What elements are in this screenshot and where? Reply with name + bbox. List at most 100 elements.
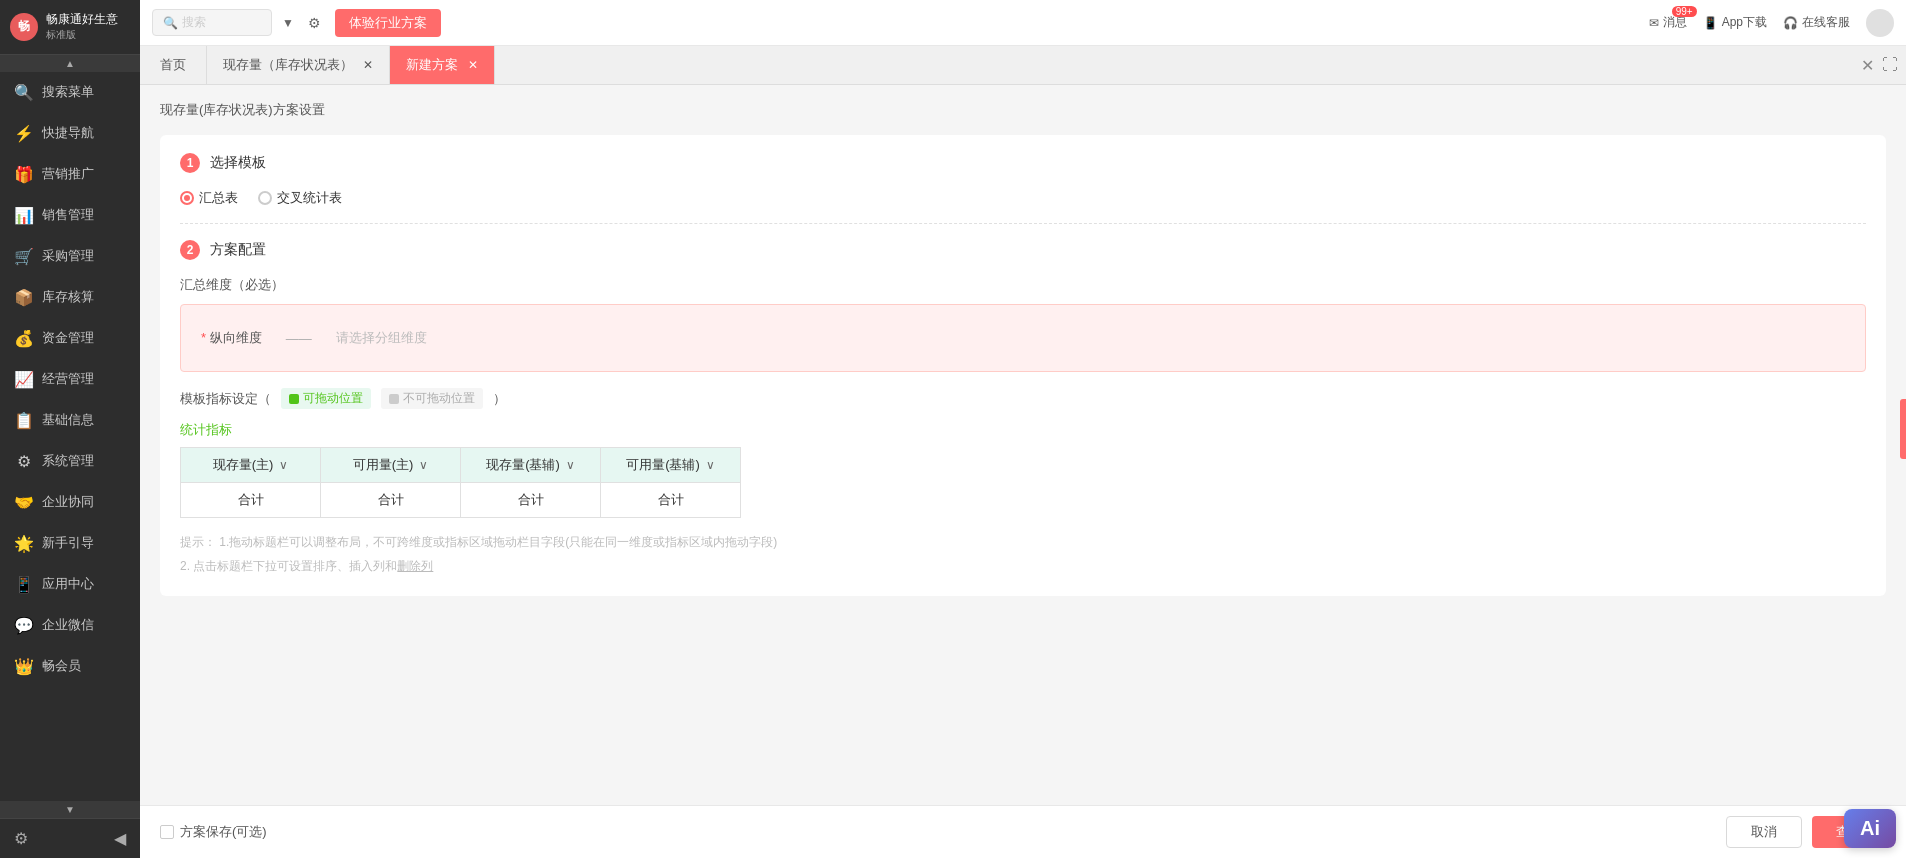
sidebar-item-wechat[interactable]: 💬 企业微信 <box>0 605 140 646</box>
sidebar-item-search[interactable]: 🔍 搜索菜单 <box>0 72 140 113</box>
expand-icon[interactable]: ⛶ <box>1882 56 1898 74</box>
save-label: 方案保存(可选) <box>180 823 267 841</box>
cell-1-2: 合计 <box>321 483 461 518</box>
sidebar-item-label: 企业微信 <box>42 616 94 634</box>
radio-cross-dot <box>258 191 272 205</box>
sidebar-item-label: 快捷导航 <box>42 124 94 142</box>
tab-new-scheme[interactable]: 新建方案 ✕ <box>390 46 495 84</box>
sidebar-item-label: 采购管理 <box>42 247 94 265</box>
tip-2-link: 删除列 <box>397 559 433 573</box>
sidebar-item-finance[interactable]: 💰 资金管理 <box>0 318 140 359</box>
radio-summary-label: 汇总表 <box>199 189 238 207</box>
col-header-4[interactable]: 可用量(基辅) ∨ <box>601 448 741 483</box>
axis-dash: —— <box>286 331 312 346</box>
service-icon: 🎧 <box>1783 16 1798 30</box>
settings-icon[interactable]: ⚙ <box>14 829 28 848</box>
sidebar-item-operation[interactable]: 📈 经营管理 <box>0 359 140 400</box>
sales-icon: 📊 <box>14 206 34 225</box>
ai-badge[interactable]: Ai <box>1844 809 1896 848</box>
tab-inventory-status-label: 现存量（库存状况表） <box>223 56 353 74</box>
tip-2-text: 2. 点击标题栏下拉可设置排序、插入列和 <box>180 559 397 573</box>
topbar-app-download[interactable]: 📱 App下载 <box>1703 14 1767 31</box>
radio-cross-label: 交叉统计表 <box>277 189 342 207</box>
sidebar-item-member[interactable]: 👑 畅会员 <box>0 646 140 687</box>
sidebar-item-purchase[interactable]: 🛒 采购管理 <box>0 236 140 277</box>
tab-inventory-close-icon[interactable]: ✕ <box>363 58 373 72</box>
content-area: 现存量(库存状况表)方案设置 1 选择模板 汇总表 交叉统计表 2 <box>140 85 1906 805</box>
shortcut-icon: ⚡ <box>14 124 34 143</box>
wechat-icon: 💬 <box>14 616 34 635</box>
sidebar-item-system[interactable]: ⚙ 系统管理 <box>0 441 140 482</box>
sidebar-scroll-down[interactable]: ▼ <box>0 801 140 818</box>
save-checkbox[interactable]: 方案保存(可选) <box>160 823 267 841</box>
step1-label: 选择模板 <box>210 154 266 172</box>
app-version: 标准版 <box>46 28 118 42</box>
tip-label: 提示： <box>180 535 216 549</box>
sidebar-item-cooperation[interactable]: 🤝 企业协同 <box>0 482 140 523</box>
radio-summary[interactable]: 汇总表 <box>180 189 238 207</box>
sidebar: 畅 畅康通好生意 标准版 ▲ 🔍 搜索菜单 ⚡ 快捷导航 🎁 营销推广 📊 销售… <box>0 0 140 858</box>
tabs-expand: ✕ ⛶ <box>1861 56 1906 75</box>
tab-inventory-status[interactable]: 现存量（库存状况表） ✕ <box>207 46 390 84</box>
col-header-3[interactable]: 现存量(基辅) ∨ <box>461 448 601 483</box>
tab-home[interactable]: 首页 <box>140 46 207 84</box>
topbar-message[interactable]: ✉ 消息 99+ <box>1649 14 1687 31</box>
non-draggable-dot <box>389 394 399 404</box>
search-placeholder: 搜索 <box>182 14 206 31</box>
draggable-indicator: 可拖动位置 <box>281 388 371 409</box>
indicator-settings: 模板指标设定（ 可拖动位置 不可拖动位置 ） <box>180 388 1866 409</box>
sidebar-scroll-up[interactable]: ▲ <box>0 55 140 72</box>
col-1-arrow-icon[interactable]: ∨ <box>279 458 288 472</box>
sidebar-item-basic[interactable]: 📋 基础信息 <box>0 400 140 441</box>
non-draggable-indicator: 不可拖动位置 <box>381 388 483 409</box>
sidebar-item-label: 新手引导 <box>42 534 94 552</box>
tip-2: 2. 点击标题栏下拉可设置排序、插入列和删除列 <box>180 554 1866 578</box>
sidebar-item-label: 应用中心 <box>42 575 94 593</box>
trial-button[interactable]: 体验行业方案 <box>335 9 441 37</box>
cancel-button[interactable]: 取消 <box>1726 816 1802 848</box>
marketing-icon: 🎁 <box>14 165 34 184</box>
tab-new-scheme-close-icon[interactable]: ✕ <box>468 58 478 72</box>
col-2-arrow-icon[interactable]: ∨ <box>419 458 428 472</box>
topbar-gear-icon[interactable]: ⚙ <box>308 15 321 31</box>
sidebar-item-sales[interactable]: 📊 销售管理 <box>0 195 140 236</box>
col-header-2[interactable]: 可用量(主) ∨ <box>321 448 461 483</box>
operation-icon: 📈 <box>14 370 34 389</box>
service-label: 在线客服 <box>1802 14 1850 31</box>
collapse-icon[interactable]: ◀ <box>114 829 126 848</box>
col-4-arrow-icon[interactable]: ∨ <box>706 458 715 472</box>
col-1-label: 现存量(主) <box>213 456 274 474</box>
message-badge: 99+ <box>1672 6 1697 17</box>
topbar-dropdown[interactable]: ▼ <box>282 16 294 30</box>
sidebar-item-label: 畅会员 <box>42 657 81 675</box>
tip-title: 提示： 1.拖动标题栏可以调整布局，不可跨维度或指标区域拖动栏目字段(只能在同一… <box>180 530 1866 554</box>
tip-1: 1.拖动标题栏可以调整布局，不可跨维度或指标区域拖动栏目字段(只能在同一维度或指… <box>219 535 777 549</box>
axis-placeholder: 请选择分组维度 <box>336 329 427 347</box>
indicator-settings-suffix: ） <box>493 390 506 408</box>
topbar-online-service[interactable]: 🎧 在线客服 <box>1783 14 1850 31</box>
axis-text: 纵向维度 <box>210 330 262 345</box>
topbar-search[interactable]: 🔍 搜索 <box>152 9 272 36</box>
sidebar-item-newbie[interactable]: 🌟 新手引导 <box>0 523 140 564</box>
tabs-bar: 首页 现存量（库存状况表） ✕ 新建方案 ✕ ✕ ⛶ <box>140 46 1906 85</box>
axis-label: * 纵向维度 <box>201 329 262 347</box>
inventory-icon: 📦 <box>14 288 34 307</box>
user-avatar[interactable] <box>1866 9 1894 37</box>
app-name: 畅康通好生意 <box>46 12 118 28</box>
dimension-box[interactable]: * 纵向维度 —— 请选择分组维度 <box>180 304 1866 372</box>
sidebar-item-inventory[interactable]: 📦 库存核算 <box>0 277 140 318</box>
checkbox-box[interactable] <box>160 825 174 839</box>
step1-header: 1 选择模板 <box>180 153 1866 173</box>
newbie-icon: 🌟 <box>14 534 34 553</box>
radio-cross[interactable]: 交叉统计表 <box>258 189 342 207</box>
col-3-arrow-icon[interactable]: ∨ <box>566 458 575 472</box>
sidebar-item-shortcut[interactable]: ⚡ 快捷导航 <box>0 113 140 154</box>
indicator-settings-label: 模板指标设定（ <box>180 390 271 408</box>
stats-table-header-row: 现存量(主) ∨ 可用量(主) ∨ 现存量(基辅 <box>181 448 741 483</box>
sidebar-item-app-center[interactable]: 📱 应用中心 <box>0 564 140 605</box>
cell-1-3: 合计 <box>461 483 601 518</box>
sidebar-item-marketing[interactable]: 🎁 营销推广 <box>0 154 140 195</box>
page-title: 现存量(库存状况表)方案设置 <box>160 101 1886 119</box>
close-panel-icon[interactable]: ✕ <box>1861 56 1874 75</box>
col-header-1[interactable]: 现存量(主) ∨ <box>181 448 321 483</box>
